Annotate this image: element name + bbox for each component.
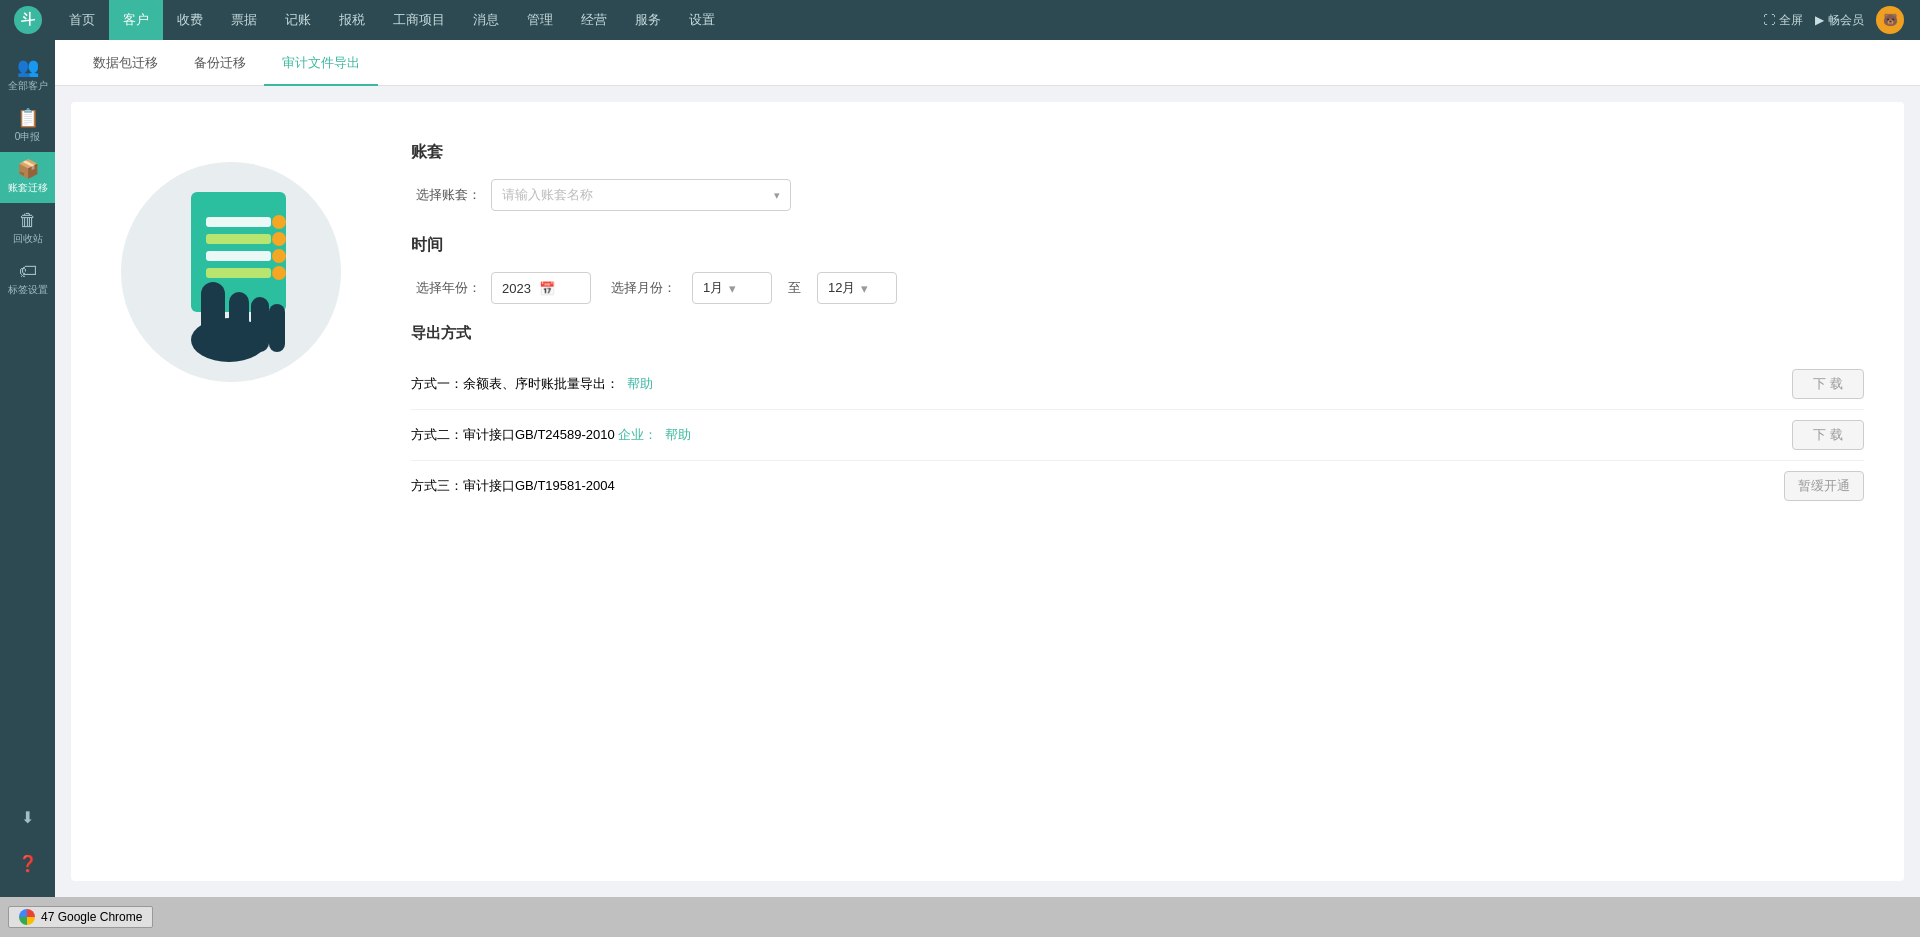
nav-item-经营[interactable]: 经营 <box>567 0 621 40</box>
sidebar-item-全部客户[interactable]: 👥 全部客户 <box>0 50 55 101</box>
year-label: 选择年份： <box>411 279 481 297</box>
month-select-label: 选择月份： <box>611 279 676 297</box>
svg-point-7 <box>272 249 286 263</box>
year-input[interactable]: 2023 📅 <box>491 272 591 304</box>
form-side: 账套 选择账套： 请输入账套名称 ▾ 时间 选择年份： <box>411 132 1864 511</box>
account-section-title: 账套 <box>411 142 1864 163</box>
nav-item-工商项目[interactable]: 工商项目 <box>379 0 459 40</box>
tab-备份迁移[interactable]: 备份迁移 <box>176 42 264 86</box>
export-method-1: 方式一：余额表、序时账批量导出： 帮助 下 载 <box>411 359 1864 410</box>
svg-rect-4 <box>206 268 271 278</box>
left-sidebar: 👥 全部客户 📋 0申报 📦 账套迁移 🗑 回收站 🏷 标签设置 ⬇ ❓ <box>0 40 55 897</box>
avatar[interactable]: 🐻 <box>1876 6 1904 34</box>
member-button[interactable]: ▶ 畅会员 <box>1815 12 1864 29</box>
fullscreen-button[interactable]: ⛶ 全屏 <box>1763 12 1803 29</box>
svg-rect-12 <box>251 297 269 352</box>
nav-item-服务[interactable]: 服务 <box>621 0 675 40</box>
chevron-down-icon: ▾ <box>861 281 868 296</box>
svg-rect-2 <box>206 234 271 244</box>
sidebar-item-0申报[interactable]: 📋 0申报 <box>0 101 55 152</box>
sidebar-item-回收站[interactable]: 🗑 回收站 <box>0 203 55 254</box>
method1-help-link[interactable]: 帮助 <box>627 376 653 391</box>
nav-item-报税[interactable]: 报税 <box>325 0 379 40</box>
month-end-select[interactable]: 12月 ▾ <box>817 272 897 304</box>
illustration <box>111 132 351 412</box>
export-layout: 账套 选择账套： 请输入账套名称 ▾ 时间 选择年份： <box>111 132 1864 511</box>
svg-rect-11 <box>229 292 249 352</box>
tabs-row: 数据包迁移备份迁移审计文件导出 <box>55 40 1920 86</box>
method2-help-link[interactable]: 帮助 <box>665 427 691 442</box>
svg-rect-10 <box>201 282 225 352</box>
nav-item-记账[interactable]: 记账 <box>271 0 325 40</box>
nav-menu: 首页客户收费票据记账报税工商项目消息管理经营服务设置 <box>55 0 1763 40</box>
time-form-row: 选择年份： 2023 📅 选择月份： 1月 ▾ 至 <box>411 272 1864 304</box>
tab-数据包迁移[interactable]: 数据包迁移 <box>75 42 176 86</box>
sidebar-download-icon[interactable]: ⬇ <box>0 799 55 835</box>
nav-right: ⛶ 全屏 ▶ 畅会员 🐻 <box>1763 6 1920 34</box>
sidebar-item-label: 全部客户 <box>8 79 48 93</box>
calendar-icon: 📅 <box>539 281 555 296</box>
sidebar-icon: 📋 <box>17 109 39 127</box>
nav-item-首页[interactable]: 首页 <box>55 0 109 40</box>
taskbar: 47 Google Chrome <box>0 897 1920 937</box>
export-section-title: 导出方式 <box>411 324 1864 343</box>
illustration-svg <box>151 172 311 372</box>
svg-point-5 <box>272 215 286 229</box>
sidebar-icon: 🏷 <box>19 262 37 280</box>
nav-item-收费[interactable]: 收费 <box>163 0 217 40</box>
method1-download-button[interactable]: 下 载 <box>1792 369 1864 399</box>
time-separator: 至 <box>788 279 801 297</box>
export-method-2: 方式二：审计接口GB/T24589-2010 企业： 帮助 下 载 <box>411 410 1864 461</box>
method2-company-link[interactable]: 企业： <box>618 427 657 442</box>
time-inputs: 2023 📅 选择月份： 1月 ▾ 至 12月 ▾ <box>491 272 897 304</box>
sidebar-item-label: 账套迁移 <box>8 181 48 195</box>
nav-item-客户[interactable]: 客户 <box>109 0 163 40</box>
svg-rect-1 <box>206 217 271 227</box>
account-select-label: 选择账套： <box>411 186 481 204</box>
svg-rect-13 <box>269 304 285 352</box>
chevron-down-icon: ▾ <box>774 189 780 202</box>
content-area: 数据包迁移备份迁移审计文件导出 <box>55 40 1920 897</box>
time-section-title: 时间 <box>411 235 1864 256</box>
svg-rect-3 <box>206 251 271 261</box>
method2-download-button[interactable]: 下 载 <box>1792 420 1864 450</box>
account-select-input[interactable]: 请输入账套名称 ▾ <box>491 179 791 211</box>
account-input-placeholder: 请输入账套名称 <box>502 186 593 204</box>
sidebar-icon: 📦 <box>17 160 39 178</box>
svg-point-8 <box>272 266 286 280</box>
export-method-3: 方式三：审计接口GB/T19581-2004 暂缓开通 <box>411 461 1864 511</box>
logo-icon: 斗 <box>14 6 42 34</box>
illustration-circle <box>121 162 341 382</box>
top-navigation: 斗 首页客户收费票据记账报税工商项目消息管理经营服务设置 ⛶ 全屏 ▶ 畅会员 … <box>0 0 1920 40</box>
logo[interactable]: 斗 <box>0 0 55 40</box>
sidebar-item-账套迁移[interactable]: 📦 账套迁移 <box>0 152 55 203</box>
month-start-select[interactable]: 1月 ▾ <box>692 272 772 304</box>
main-layout: 👥 全部客户 📋 0申报 📦 账套迁移 🗑 回收站 🏷 标签设置 ⬇ ❓ 数据包迁移备份迁移审计文… <box>0 40 1920 897</box>
taskbar-chrome-label: 47 Google Chrome <box>41 910 142 924</box>
chevron-down-icon: ▾ <box>729 281 736 296</box>
nav-item-消息[interactable]: 消息 <box>459 0 513 40</box>
sidebar-item-label: 回收站 <box>13 232 43 246</box>
sidebar-icon: 👥 <box>17 58 39 76</box>
method1-label: 方式一：余额表、序时账批量导出： 帮助 <box>411 375 653 393</box>
nav-item-管理[interactable]: 管理 <box>513 0 567 40</box>
svg-point-6 <box>272 232 286 246</box>
sidebar-icon: 🗑 <box>19 211 37 229</box>
page-content: 账套 选择账套： 请输入账套名称 ▾ 时间 选择年份： <box>71 102 1904 881</box>
method3-upgrade-button[interactable]: 暂缓开通 <box>1784 471 1864 501</box>
nav-item-设置[interactable]: 设置 <box>675 0 729 40</box>
tab-审计文件导出[interactable]: 审计文件导出 <box>264 42 378 86</box>
sidebar-item-label: 标签设置 <box>8 283 48 297</box>
sidebar-bottom: ⬇ ❓ <box>0 799 55 897</box>
nav-item-票据[interactable]: 票据 <box>217 0 271 40</box>
method2-label: 方式二：审计接口GB/T24589-2010 企业： 帮助 <box>411 426 691 444</box>
method3-label: 方式三：审计接口GB/T19581-2004 <box>411 477 615 495</box>
account-form-row: 选择账套： 请输入账套名称 ▾ <box>411 179 1864 211</box>
taskbar-chrome-item[interactable]: 47 Google Chrome <box>8 906 153 928</box>
sidebar-item-label: 0申报 <box>15 130 41 144</box>
chrome-icon <box>19 909 35 925</box>
sidebar-item-标签设置[interactable]: 🏷 标签设置 <box>0 254 55 305</box>
sidebar-help-icon[interactable]: ❓ <box>0 845 55 881</box>
